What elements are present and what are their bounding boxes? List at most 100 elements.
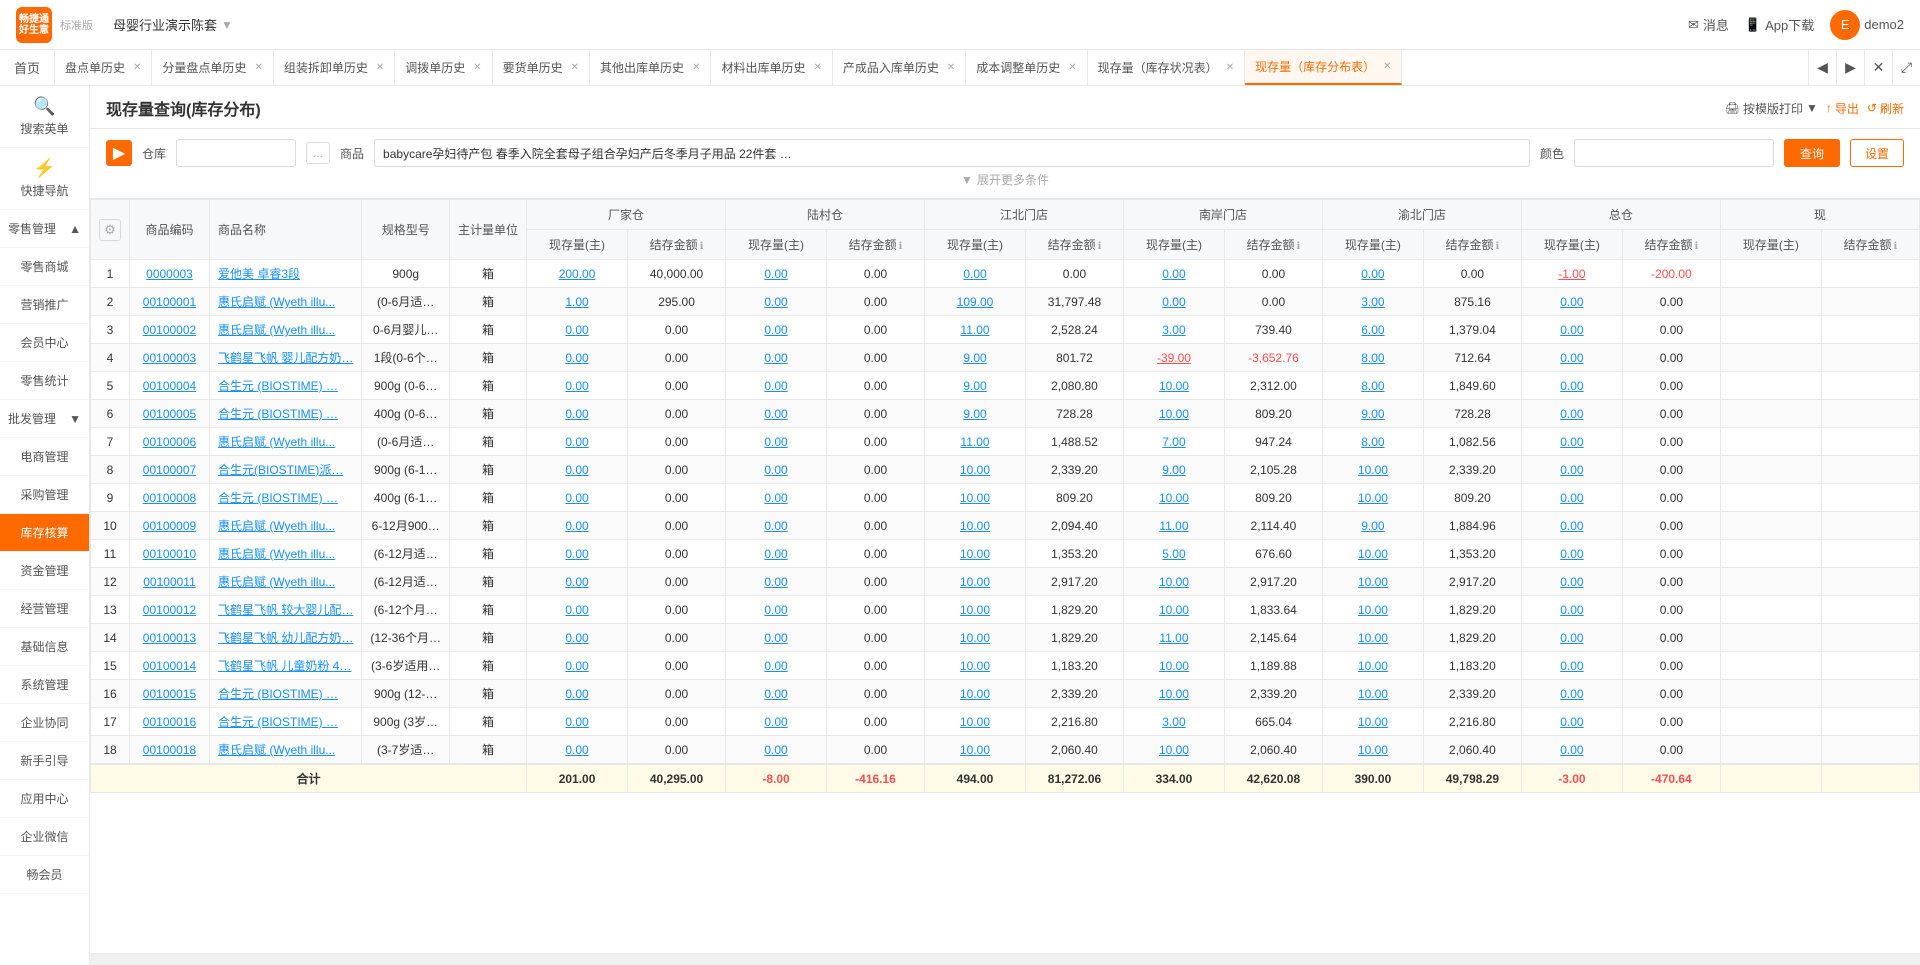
cell-jb-qty[interactable]: 10.00 xyxy=(925,680,1026,708)
cell-yb-qty[interactable]: 10.00 xyxy=(1322,596,1423,624)
cell-fac-qty[interactable]: 0.00 xyxy=(527,456,628,484)
cell-tot-qty[interactable]: 0.00 xyxy=(1521,428,1622,456)
tab-close-icon[interactable]: ✕ xyxy=(254,62,262,73)
cell-land-qty[interactable]: 0.00 xyxy=(726,400,827,428)
tab-close-icon[interactable]: ✕ xyxy=(376,62,384,73)
tab-close-icon[interactable]: ✕ xyxy=(813,62,821,73)
cell-yb-qty[interactable]: 8.00 xyxy=(1322,344,1423,372)
cell-code[interactable]: 00100014 xyxy=(130,652,210,680)
sidebar-item-retail[interactable]: 零售管理 ▲ xyxy=(0,210,89,248)
cell-na-qty[interactable]: 10.00 xyxy=(1123,736,1224,765)
cell-na-qty[interactable]: -39.00 xyxy=(1123,344,1224,372)
warehouse-input[interactable] xyxy=(176,139,296,167)
cell-land-qty[interactable]: 0.00 xyxy=(726,484,827,512)
tab-close-icon[interactable]: ✕ xyxy=(1068,62,1076,73)
cell-fac-qty[interactable]: 0.00 xyxy=(527,708,628,736)
cell-land-qty[interactable]: 0.00 xyxy=(726,512,827,540)
tab-close-icon[interactable]: ✕ xyxy=(473,62,481,73)
cell-na-qty[interactable]: 10.00 xyxy=(1123,372,1224,400)
tab-prev-btn[interactable]: ◀ xyxy=(1808,50,1836,86)
cell-jb-qty[interactable]: 10.00 xyxy=(925,624,1026,652)
cell-jb-qty[interactable]: 10.00 xyxy=(925,596,1026,624)
cell-tot-qty[interactable]: 0.00 xyxy=(1521,400,1622,428)
cell-name[interactable]: 惠氏启赋 (Wyeth illu... xyxy=(210,316,362,344)
sidebar-item-ops[interactable]: 经营管理 xyxy=(0,590,89,628)
filter-toggle-btn[interactable]: ▶ xyxy=(106,140,132,166)
tab-bsdh[interactable]: 盘点单历史 ✕ xyxy=(55,50,152,85)
cell-na-qty[interactable]: 9.00 xyxy=(1123,456,1224,484)
info-icon[interactable]: ℹ xyxy=(1894,241,1898,252)
sidebar-item-ecommerce[interactable]: 电商管理 xyxy=(0,438,89,476)
tab-dtdh[interactable]: 调拨单历史 ✕ xyxy=(395,50,492,85)
sidebar-item-vip[interactable]: 畅会员 xyxy=(0,856,89,894)
sidebar-item-nav[interactable]: ⚡ 快捷导航 xyxy=(0,148,89,210)
export-btn[interactable]: ↑ 导出 xyxy=(1826,100,1859,117)
tab-close-icon[interactable]: ✕ xyxy=(1383,61,1391,72)
cell-land-qty[interactable]: 0.00 xyxy=(726,288,827,316)
cell-yb-qty[interactable]: 8.00 xyxy=(1322,428,1423,456)
sidebar-item-system[interactable]: 系统管理 xyxy=(0,666,89,704)
cell-na-qty[interactable]: 3.00 xyxy=(1123,708,1224,736)
cell-jb-qty[interactable]: 10.00 xyxy=(925,708,1026,736)
tab-clck[interactable]: 材料出库单历史 ✕ xyxy=(711,50,832,85)
tab-qtck[interactable]: 其他出库单历史 ✕ xyxy=(590,50,711,85)
info-icon[interactable]: ℹ xyxy=(700,241,704,252)
cell-tot-qty[interactable]: 0.00 xyxy=(1521,344,1622,372)
cell-name[interactable]: 合生元 (BIOSTIME) … xyxy=(210,708,362,736)
cell-jb-qty[interactable]: 9.00 xyxy=(925,344,1026,372)
tab-xcfb[interactable]: 现存量（库存分布表） ✕ xyxy=(1245,50,1402,85)
cell-jb-qty[interactable]: 10.00 xyxy=(925,484,1026,512)
cell-jb-qty[interactable]: 11.00 xyxy=(925,316,1026,344)
cell-jb-qty[interactable]: 9.00 xyxy=(925,400,1026,428)
tab-fbdh[interactable]: 分量盘点单历史 ✕ xyxy=(152,50,273,85)
tab-next-btn[interactable]: ▶ xyxy=(1836,50,1864,86)
cell-na-qty[interactable]: 10.00 xyxy=(1123,568,1224,596)
cell-jb-qty[interactable]: 10.00 xyxy=(925,652,1026,680)
sidebar-item-wxwork[interactable]: 企业微信 xyxy=(0,818,89,856)
cell-code[interactable]: 00100010 xyxy=(130,540,210,568)
sidebar-item-basic[interactable]: 基础信息 xyxy=(0,628,89,666)
sidebar-item-members[interactable]: 会员中心 xyxy=(0,324,89,362)
cell-tot-qty[interactable]: 0.00 xyxy=(1521,568,1622,596)
cell-tot-qty[interactable]: 0.00 xyxy=(1521,372,1622,400)
cell-name[interactable]: 惠氏启赋 (Wyeth illu... xyxy=(210,288,362,316)
cell-code[interactable]: 00100007 xyxy=(130,456,210,484)
sidebar-item-retail-store[interactable]: 零售商城 xyxy=(0,248,89,286)
cell-fac-qty[interactable]: 0.00 xyxy=(527,540,628,568)
cell-fac-qty[interactable]: 0.00 xyxy=(527,428,628,456)
cell-name[interactable]: 爱他美 卓睿3段 xyxy=(210,260,362,288)
color-input[interactable] xyxy=(1574,139,1774,167)
cell-yb-qty[interactable]: 10.00 xyxy=(1322,456,1423,484)
cell-tot-qty[interactable]: 0.00 xyxy=(1521,288,1622,316)
tab-cbtz[interactable]: 成本调整单历史 ✕ xyxy=(966,50,1087,85)
cell-tot-qty[interactable]: 0.00 xyxy=(1521,708,1622,736)
cell-land-qty[interactable]: 0.00 xyxy=(726,260,827,288)
sidebar-item-finance[interactable]: 资金管理 xyxy=(0,552,89,590)
cell-fac-qty[interactable]: 0.00 xyxy=(527,316,628,344)
cell-yb-qty[interactable]: 10.00 xyxy=(1322,540,1423,568)
info-icon[interactable]: ℹ xyxy=(1297,241,1301,252)
cell-code[interactable]: 00100006 xyxy=(130,428,210,456)
tab-home[interactable]: 首页 xyxy=(0,50,55,85)
cell-fac-qty[interactable]: 0.00 xyxy=(527,652,628,680)
cell-tot-qty[interactable]: 0.00 xyxy=(1521,456,1622,484)
cell-jb-qty[interactable]: 10.00 xyxy=(925,512,1026,540)
expand-more-btn[interactable]: ▼ 展开更多条件 xyxy=(106,167,1904,188)
cell-fac-qty[interactable]: 0.00 xyxy=(527,344,628,372)
tab-maximize-btn[interactable]: ⤢ xyxy=(1892,50,1920,86)
sidebar-item-search[interactable]: 🔍 搜索英单 xyxy=(0,86,89,148)
info-icon[interactable]: ℹ xyxy=(899,241,903,252)
cell-code[interactable]: 00100003 xyxy=(130,344,210,372)
cell-jb-qty[interactable]: 109.00 xyxy=(925,288,1026,316)
cell-yb-qty[interactable]: 10.00 xyxy=(1322,680,1423,708)
cell-code[interactable]: 00100013 xyxy=(130,624,210,652)
print-btn[interactable]: 🖨 按模版打印 ▼ xyxy=(1725,100,1818,117)
cell-yb-qty[interactable]: 10.00 xyxy=(1322,568,1423,596)
gear-btn[interactable]: ⚙ xyxy=(99,219,121,241)
cell-land-qty[interactable]: 0.00 xyxy=(726,372,827,400)
cell-jb-qty[interactable]: 10.00 xyxy=(925,568,1026,596)
cell-code[interactable]: 00100001 xyxy=(130,288,210,316)
sidebar-item-stats[interactable]: 零售统计 xyxy=(0,362,89,400)
info-icon[interactable]: ℹ xyxy=(1694,241,1698,252)
cell-fac-qty[interactable]: 1.00 xyxy=(527,288,628,316)
